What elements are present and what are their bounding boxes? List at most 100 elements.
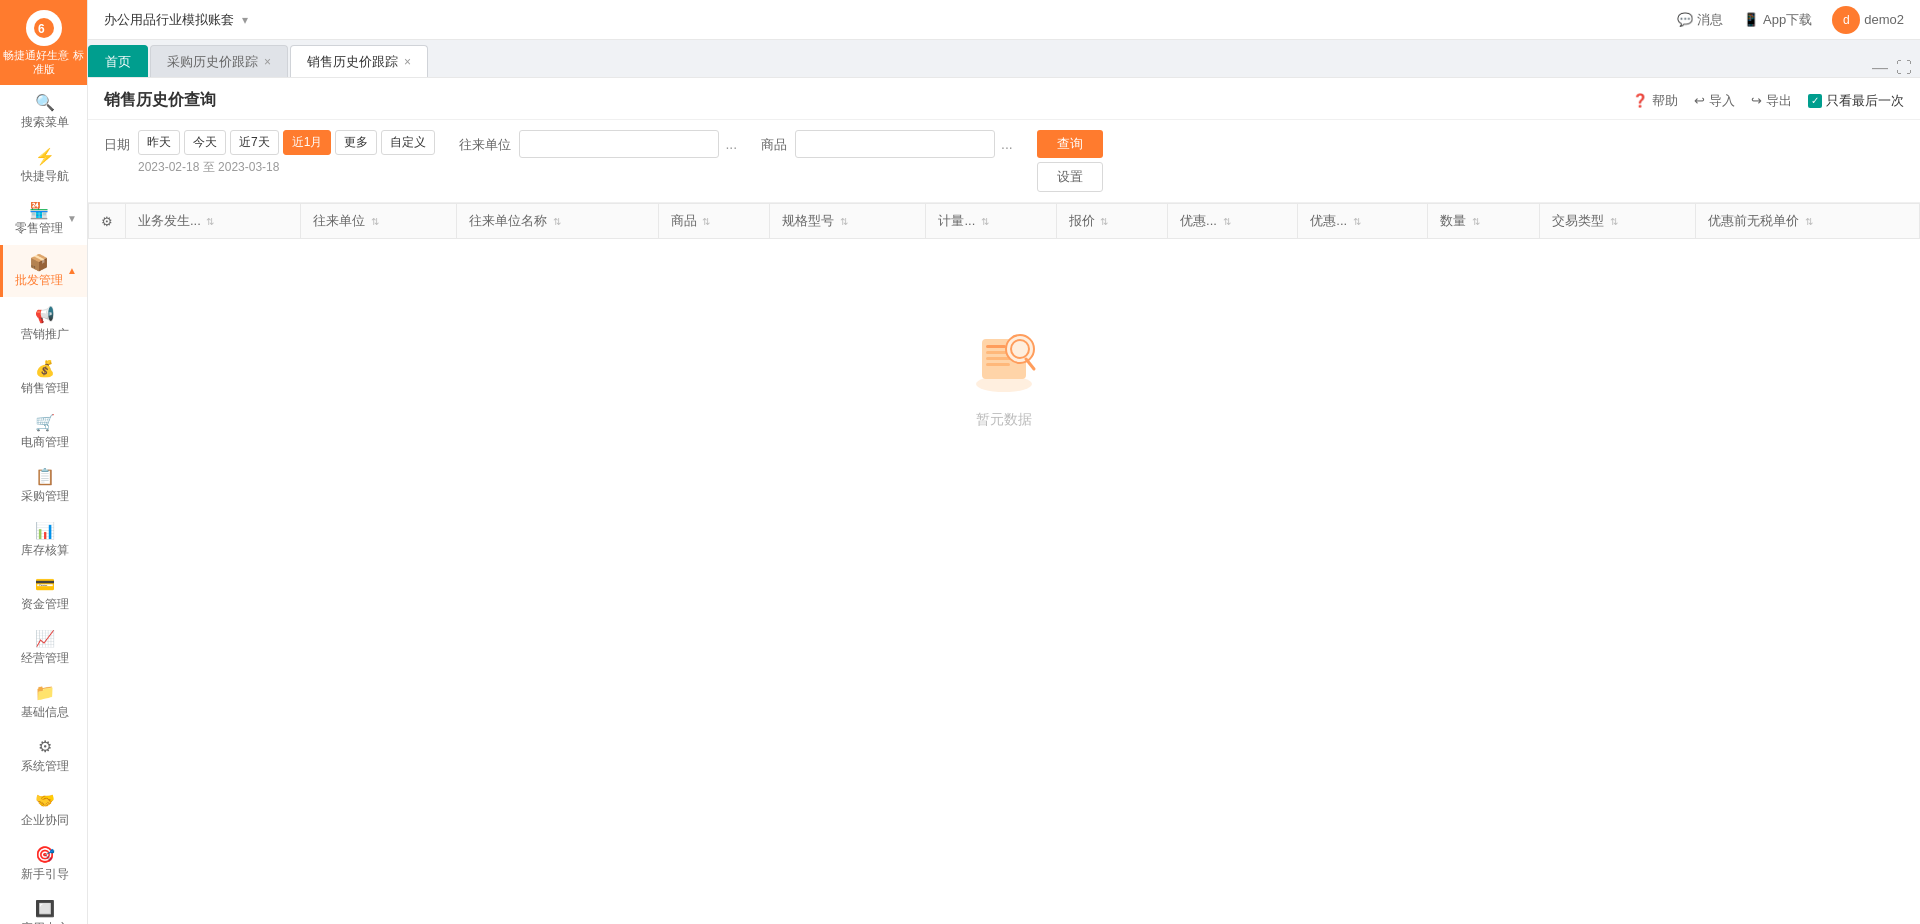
search-icon: 🔍 [35,93,55,112]
col-spec[interactable]: 规格型号 ⇅ [770,204,926,239]
tab-purchase-history[interactable]: 采购历史价跟踪 × [150,45,288,77]
sidebar-item-ecommerce[interactable]: 🛒 电商管理 [0,405,87,459]
help-action[interactable]: ❓ 帮助 [1632,92,1678,110]
sidebar-item-system[interactable]: ⚙ 系统管理 [0,729,87,783]
partner-input-group: ... [519,130,737,158]
export-action[interactable]: ↪ 导出 [1751,92,1792,110]
sidebar-item-wholesale[interactable]: 📦 批发管理 ▲ [0,245,87,297]
sidebar-item-operation[interactable]: 📈 经营管理 [0,621,87,675]
home-tab-label: 首页 [105,53,131,71]
query-button[interactable]: 查询 [1037,130,1103,158]
import-action[interactable]: ↩ 导入 [1694,92,1735,110]
data-table: ⚙ 业务发生... ⇅ 往来单位 ⇅ 往来单位名称 ⇅ [88,203,1920,509]
sidebar-item-guide[interactable]: 🎯 新手引导 [0,837,87,891]
col-pretax-price[interactable]: 优惠前无税单价 ⇅ [1696,204,1920,239]
export-label: 导出 [1766,92,1792,110]
date-buttons: 昨天 今天 近7天 近1月 更多 自定义 [138,130,435,155]
tab2-close-icon[interactable]: × [404,55,411,69]
goods-input[interactable] [795,130,995,158]
yesterday-btn[interactable]: 昨天 [138,130,180,155]
tabbar: 首页 采购历史价跟踪 × 销售历史价跟踪 × — ⛶ [88,40,1920,78]
wholesale-icon: 📦 [29,253,49,272]
tab1-close-icon[interactable]: × [264,55,271,69]
sidebar-item-marketing[interactable]: 📢 营销推广 [0,297,87,351]
topbar-dropdown-icon[interactable]: ▾ [242,13,248,27]
app-logo: 6 畅捷通好生意 标准版 [0,0,87,85]
sidebar-item-purchase[interactable]: 📋 采购管理 [0,459,87,513]
page-content: 销售历史价查询 ❓ 帮助 ↩ 导入 ↪ 导出 只看最后一次 [88,78,1920,924]
sort-unit: ⇅ [981,216,989,227]
maximize-icon[interactable]: ⛶ [1896,59,1912,77]
app-download-action[interactable]: 📱 App下载 [1743,11,1812,29]
logo-text: 畅捷通好生意 标准版 [0,48,87,77]
svg-text:6: 6 [38,22,45,36]
partner-filter-group: 往来单位 ... [459,130,737,158]
sort-biz-date: ⇅ [206,216,214,227]
minimize-icon[interactable]: — [1872,59,1888,77]
topbar-title: 办公用品行业模拟账套 [104,11,234,29]
last-only-checkbox-label[interactable]: 只看最后一次 [1808,92,1904,110]
col-biz-date[interactable]: 业务发生... ⇅ [126,204,301,239]
user-action[interactable]: d demo2 [1832,6,1904,34]
sidebar-item-sales[interactable]: 💰 销售管理 [0,351,87,405]
wholesale-arrow: ▲ [67,265,77,276]
sort-pretax-price: ⇅ [1805,216,1813,227]
partner-label: 往来单位 [459,130,511,154]
svg-rect-7 [986,363,1010,366]
1month-btn[interactable]: 近1月 [283,130,332,155]
sidebar-item-quick-nav[interactable]: ⚡ 快捷导航 [0,139,87,193]
col-partner-name[interactable]: 往来单位名称 ⇅ [457,204,658,239]
app-download-label: App下载 [1763,11,1812,29]
purchase-icon: 📋 [35,467,55,486]
settings-button[interactable]: 设置 [1037,162,1103,192]
col-gear[interactable]: ⚙ [89,204,126,239]
messages-action[interactable]: 💬 消息 [1677,11,1723,29]
partner-input[interactable] [519,130,719,158]
sidebar-item-retail[interactable]: 🏪 零售管理 ▼ [0,193,87,245]
message-icon: 💬 [1677,12,1693,27]
basic-icon: 📁 [35,683,55,702]
tab-sales-history[interactable]: 销售历史价跟踪 × [290,45,428,77]
main-area: 办公用品行业模拟账套 ▾ 💬 消息 📱 App下载 d demo2 首页 采购历… [88,0,1920,924]
retail-icon: 🏪 [29,201,49,220]
sidebar-item-basic[interactable]: 📁 基础信息 [0,675,87,729]
topbar-right: 💬 消息 📱 App下载 d demo2 [1677,6,1904,34]
col-partner-code[interactable]: 往来单位 ⇅ [301,204,457,239]
more-btn[interactable]: 更多 [335,130,377,155]
help-label: 帮助 [1652,92,1678,110]
export-icon: ↪ [1751,93,1762,108]
last-only-label: 只看最后一次 [1826,92,1904,110]
user-label: demo2 [1864,12,1904,27]
sort-goods: ⇅ [702,216,710,227]
sidebar-item-inventory[interactable]: 📊 库存核算 [0,513,87,567]
sort-quote: ⇅ [1100,216,1108,227]
col-quote[interactable]: 报价 ⇅ [1056,204,1167,239]
enterprise-icon: 🤝 [35,791,55,810]
col-goods[interactable]: 商品 ⇅ [658,204,769,239]
col-discount1[interactable]: 优惠... ⇅ [1168,204,1298,239]
7days-btn[interactable]: 近7天 [230,130,279,155]
col-discount2[interactable]: 优惠... ⇅ [1298,204,1428,239]
download-icon: 📱 [1743,12,1759,27]
col-qty[interactable]: 数量 ⇅ [1428,204,1539,239]
window-controls: — ⛶ [1872,59,1920,77]
partner-dots[interactable]: ... [725,136,737,152]
sidebar-item-search[interactable]: 🔍 搜索菜单 [0,85,87,139]
lightning-icon: ⚡ [35,147,55,166]
last-only-checkbox[interactable] [1808,94,1822,108]
custom-btn[interactable]: 自定义 [381,130,435,155]
sidebar-item-enterprise[interactable]: 🤝 企业协同 [0,783,87,837]
sidebar-item-app-center[interactable]: 🔲 应用中心 [0,891,87,924]
col-trade-type[interactable]: 交易类型 ⇅ [1539,204,1695,239]
sidebar-item-finance[interactable]: 💳 资金管理 [0,567,87,621]
col-unit[interactable]: 计量... ⇅ [926,204,1056,239]
sidebar: 6 畅捷通好生意 标准版 🔍 搜索菜单 ⚡ 快捷导航 🏪 零售管理 ▼ 📦 批发… [0,0,88,924]
import-label: 导入 [1709,92,1735,110]
today-btn[interactable]: 今天 [184,130,226,155]
finance-icon: 💳 [35,575,55,594]
svg-rect-4 [986,345,1006,348]
svg-line-10 [1026,359,1034,369]
date-filter: 昨天 今天 近7天 近1月 更多 自定义 2023-02-18 至 2023-0… [138,130,435,176]
goods-dots[interactable]: ... [1001,136,1013,152]
tab-home[interactable]: 首页 [88,45,148,77]
